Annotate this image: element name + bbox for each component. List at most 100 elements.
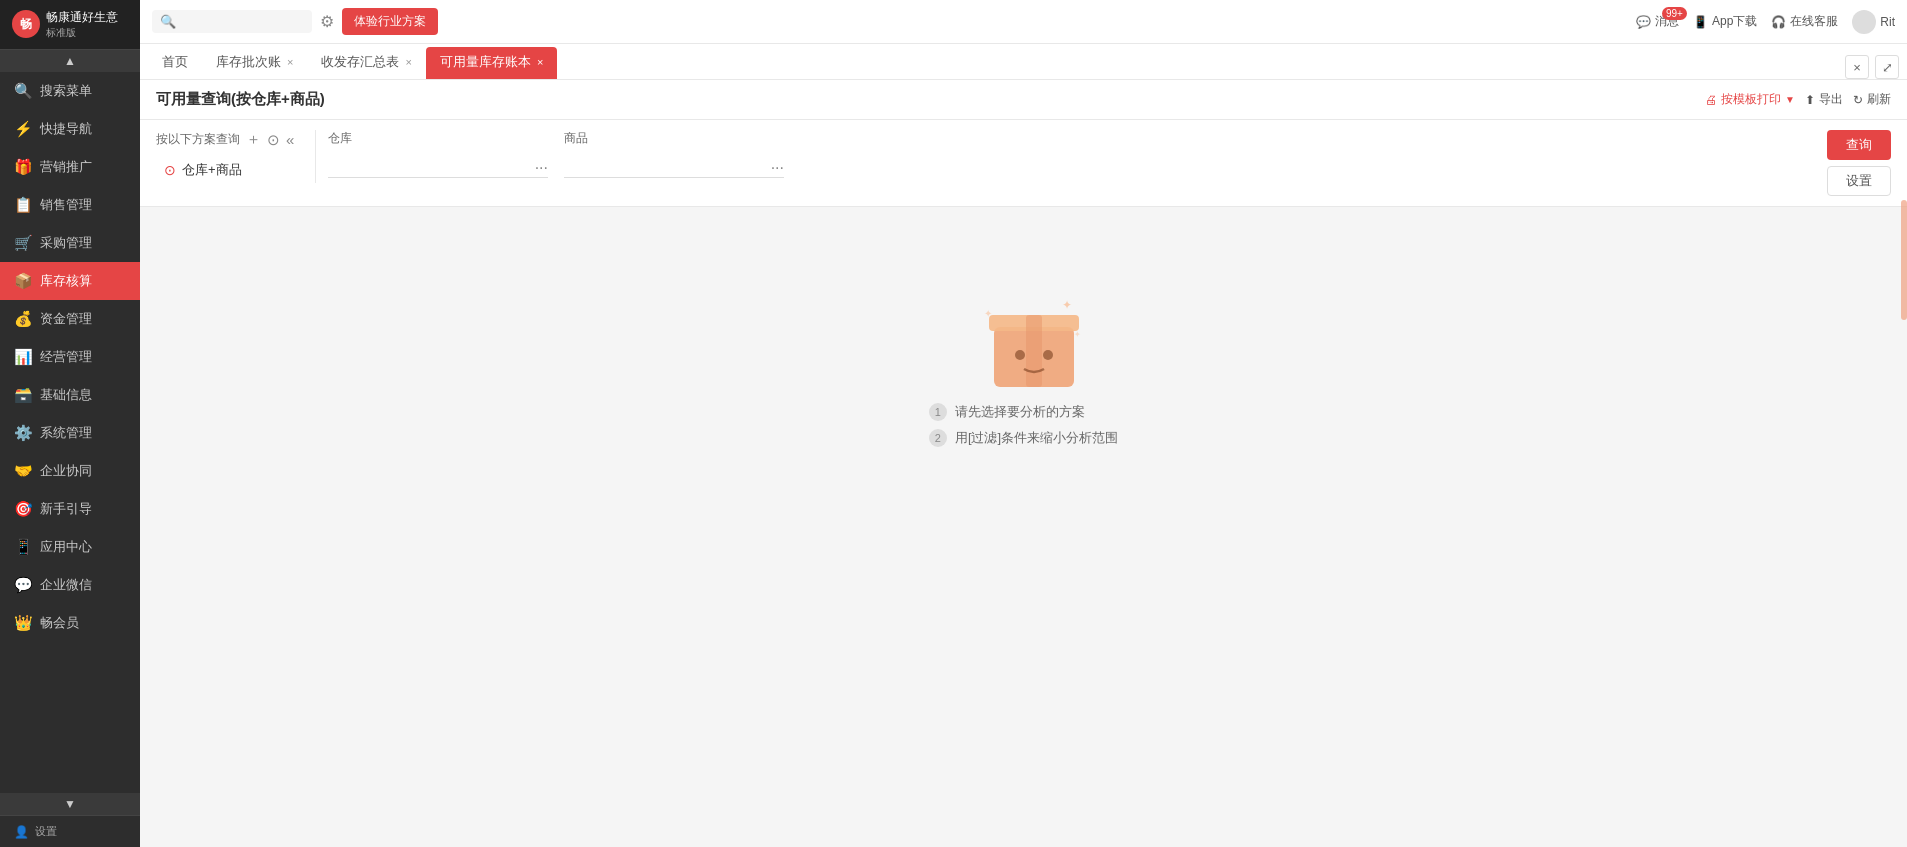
tab-collect-account[interactable]: 收发存汇总表 × xyxy=(307,47,425,79)
settings-btn[interactable]: 设置 xyxy=(1827,166,1891,196)
sidebar-item-purchase[interactable]: 🛒 采购管理 xyxy=(0,224,140,262)
sidebar-item-system[interactable]: ⚙️ 系统管理 xyxy=(0,414,140,452)
sidebar-item-sales[interactable]: 📋 销售管理 xyxy=(0,186,140,224)
topbar-search-input[interactable] xyxy=(182,15,282,29)
tabbar: 首页 库存批次账 × 收发存汇总表 × 可用量库存账本 × × ⤢ xyxy=(140,44,1907,80)
cart-icon: 🛒 xyxy=(14,234,32,252)
filter-area: 按以下方案查询 ＋ ⊙ « ⊙ 仓库+商品 仓库 ... xyxy=(140,120,1907,207)
service-icon: 🎧 xyxy=(1771,15,1786,29)
sidebar-item-enterprise[interactable]: 🤝 企业协同 xyxy=(0,452,140,490)
messages-btn[interactable]: 💬 消息 99+ xyxy=(1636,13,1679,30)
setting-scheme-btn[interactable]: ⊙ xyxy=(267,131,280,149)
app-download-btn[interactable]: 📱 App下载 xyxy=(1693,13,1757,30)
empty-tip-1: 1 请先选择要分析的方案 xyxy=(929,403,1118,421)
sidebar-item-basic[interactable]: 🗃️ 基础信息 xyxy=(0,376,140,414)
messages-badge: 99+ xyxy=(1662,7,1687,20)
goods-more-btn[interactable]: ... xyxy=(771,155,784,173)
topbar-right-actions: 💬 消息 99+ 📱 App下载 🎧 在线客服 Rit xyxy=(1636,10,1895,34)
filter-field-goods: 商品 ... xyxy=(564,130,784,178)
basic-icon: 🗃️ xyxy=(14,386,32,404)
export-label: 导出 xyxy=(1819,91,1843,108)
username-label: Rit xyxy=(1880,15,1895,29)
user-bottom-label: 设置 xyxy=(35,824,57,839)
tabbar-close-all[interactable]: × xyxy=(1845,55,1869,79)
tabbar-expand[interactable]: ⤢ xyxy=(1875,55,1899,79)
topbar-search-icon: 🔍 xyxy=(160,14,176,29)
tab-collect-account-close[interactable]: × xyxy=(405,56,411,68)
service-label: 在线客服 xyxy=(1790,13,1838,30)
tab-available-qty-close[interactable]: × xyxy=(537,56,543,68)
empty-tip-2: 2 用[过滤]条件来缩小分析范围 xyxy=(929,429,1118,447)
sidebar-item-app-center[interactable]: 📱 应用中心 xyxy=(0,528,140,566)
sidebar-item-marketing[interactable]: 🎁 营销推广 xyxy=(0,148,140,186)
svg-point-4 xyxy=(1043,350,1053,360)
sidebar-scroll-down[interactable]: ▼ xyxy=(0,793,140,815)
sidebar-item-search[interactable]: 🔍 搜索菜单 xyxy=(0,72,140,110)
industry-btn[interactable]: 体验行业方案 xyxy=(342,8,438,35)
add-scheme-btn[interactable]: ＋ xyxy=(246,130,261,149)
sidebar-item-operations[interactable]: 📊 经营管理 xyxy=(0,338,140,376)
scheme-item-warehouse-goods[interactable]: ⊙ 仓库+商品 xyxy=(156,157,303,183)
goods-input[interactable] xyxy=(564,157,767,172)
vip-icon: 👑 xyxy=(14,614,32,632)
warehouse-input[interactable] xyxy=(328,157,531,172)
sidebar-item-newbie[interactable]: 🎯 新手引导 xyxy=(0,490,140,528)
operations-icon: 📊 xyxy=(14,348,32,366)
tab-available-qty[interactable]: 可用量库存账本 × xyxy=(426,47,557,79)
dropdown-arrow-icon: ▼ xyxy=(1785,94,1795,105)
phone-icon: 📱 xyxy=(1693,15,1708,29)
shortcut-icon: ⚡ xyxy=(14,120,32,138)
svg-point-3 xyxy=(1015,350,1025,360)
scheme-icon: ⊙ xyxy=(164,162,176,178)
sidebar-scroll: 🔍 搜索菜单 ⚡ 快捷导航 🎁 营销推广 📋 销售管理 🛒 采购管理 📦 库存核… xyxy=(0,72,140,793)
warehouse-more-btn[interactable]: ... xyxy=(535,155,548,173)
right-scrollbar[interactable] xyxy=(1901,200,1907,320)
message-icon: 💬 xyxy=(1636,15,1651,29)
tip-1-text: 请先选择要分析的方案 xyxy=(955,403,1085,421)
app-download-label: App下载 xyxy=(1712,13,1757,30)
sidebar-item-inventory[interactable]: 📦 库存核算 xyxy=(0,262,140,300)
tab-batch-account-close[interactable]: × xyxy=(287,56,293,68)
finance-icon: 💰 xyxy=(14,310,32,328)
sidebar-scroll-up[interactable]: ▲ xyxy=(0,50,140,72)
goods-label: 商品 xyxy=(564,130,784,147)
svg-text:✦: ✦ xyxy=(1062,298,1072,312)
empty-state: ✦ ✦ ✦ 1 请先选择要分析的方案 2 用[过滤]条件来缩小分析范围 xyxy=(140,207,1907,527)
gift-icon: 🎁 xyxy=(14,158,32,176)
avatar xyxy=(1852,10,1876,34)
empty-svg: ✦ ✦ ✦ xyxy=(974,287,1094,397)
filter-scheme-panel: 按以下方案查询 ＋ ⊙ « ⊙ 仓库+商品 xyxy=(156,130,316,183)
export-icon: ⬆ xyxy=(1805,93,1815,107)
online-service-btn[interactable]: 🎧 在线客服 xyxy=(1771,13,1838,30)
scheme-item-label: 仓库+商品 xyxy=(182,161,242,179)
empty-tips: 1 请先选择要分析的方案 2 用[过滤]条件来缩小分析范围 xyxy=(929,403,1118,447)
newbie-icon: 🎯 xyxy=(14,500,32,518)
template-print-btn[interactable]: 🖨 按模板打印 ▼ xyxy=(1705,91,1795,108)
sidebar-user-bottom[interactable]: 👤 设置 xyxy=(0,815,140,847)
refresh-btn[interactable]: ↻ 刷新 xyxy=(1853,91,1891,108)
page-title: 可用量查询(按仓库+商品) xyxy=(156,90,325,109)
user-btn[interactable]: Rit xyxy=(1852,10,1895,34)
tab-batch-account-label: 库存批次账 xyxy=(216,53,281,71)
sidebar-item-shortcut[interactable]: ⚡ 快捷导航 xyxy=(0,110,140,148)
logo-text: 畅康通好生意 标准版 xyxy=(46,10,118,39)
svg-text:✦: ✦ xyxy=(1074,330,1081,339)
topbar-search-box[interactable]: 🔍 xyxy=(152,10,312,33)
collapse-scheme-btn[interactable]: « xyxy=(286,131,294,148)
query-btn[interactable]: 查询 xyxy=(1827,130,1891,160)
tab-batch-account[interactable]: 库存批次账 × xyxy=(202,47,307,79)
sidebar-item-corp-wechat[interactable]: 💬 企业微信 xyxy=(0,566,140,604)
goods-input-wrapper: ... xyxy=(564,151,784,178)
filter-field-warehouse: 仓库 ... xyxy=(328,130,548,178)
tip-1-num: 1 xyxy=(929,403,947,421)
tab-home[interactable]: 首页 xyxy=(148,47,202,79)
export-btn[interactable]: ⬆ 导出 xyxy=(1805,91,1843,108)
app-icon: 📱 xyxy=(14,538,32,556)
tab-collect-account-label: 收发存汇总表 xyxy=(321,53,399,71)
topbar-gear-icon[interactable]: ⚙ xyxy=(320,12,334,31)
sidebar-item-vip[interactable]: 👑 畅会员 xyxy=(0,604,140,642)
sales-icon: 📋 xyxy=(14,196,32,214)
sidebar-item-finance[interactable]: 💰 资金管理 xyxy=(0,300,140,338)
scheme-header-label: 按以下方案查询 xyxy=(156,131,240,148)
logo-icon: 畅 xyxy=(12,10,40,38)
